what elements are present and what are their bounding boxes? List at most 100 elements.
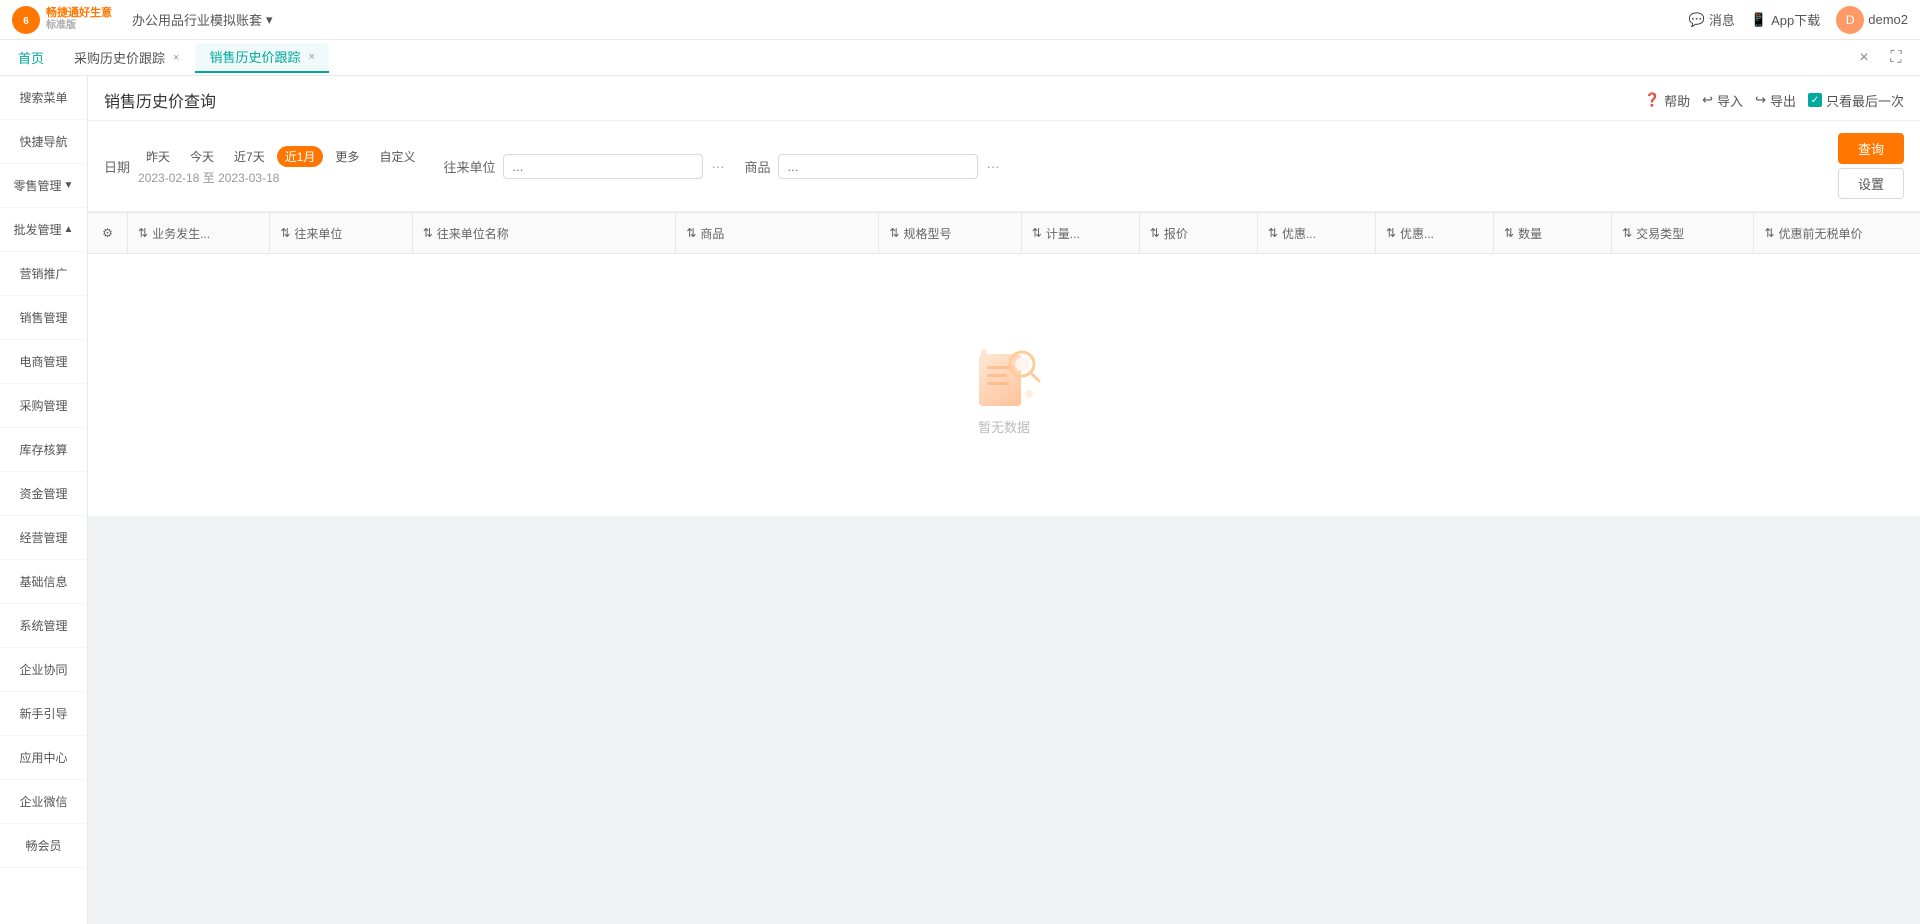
close-window-button[interactable]: × [1852, 46, 1876, 70]
date-filter-group: 日期 昨天 今天 近7天 近1月 更多 自定义 2023-02-18 至 202… [104, 146, 423, 186]
retail-mgmt-label: 零售管理 [14, 177, 62, 194]
page-header-actions: ❓ 帮助 ↩ 导入 ↪ 导出 ✓ 只看最后一次 [1644, 91, 1904, 110]
th-price-sort-icon: ⇅ [1150, 226, 1160, 240]
product-input[interactable] [778, 154, 978, 179]
tab-sales-history[interactable]: 销售历史价跟踪 × [195, 43, 328, 73]
th-notax[interactable]: ⇅ 优惠前无税单价 [1754, 213, 1920, 253]
th-product-sort-icon: ⇅ [686, 226, 696, 240]
export-button[interactable]: ↪ 导出 [1755, 91, 1796, 110]
product-filter-label: 商品 [744, 157, 770, 176]
logo-area: 6 畅捷通好生意 标准版 [12, 6, 112, 34]
sidebar-item-ecommerce-mgmt[interactable]: 电商管理 [0, 340, 87, 384]
app-selector[interactable]: 办公用品行业模拟账套 ▾ [132, 10, 273, 29]
partner-dots-icon[interactable]: ··· [711, 159, 724, 174]
download-icon: 📱 [1751, 12, 1767, 28]
table-settings-icon: ⚙ [102, 226, 113, 240]
settings-button[interactable]: 设置 [1838, 168, 1904, 199]
date-btn-yesterday[interactable]: 昨天 [138, 146, 178, 167]
tab-purchase-history[interactable]: 采购历史价跟踪 × [60, 43, 193, 73]
message-button[interactable]: 💬 消息 [1689, 10, 1735, 29]
app-download-button[interactable]: 📱 App下载 [1751, 10, 1820, 29]
sidebar-item-finance-mgmt[interactable]: 资金管理 [0, 472, 87, 516]
th-disc2[interactable]: ⇅ 优惠... [1376, 213, 1494, 253]
partner-input[interactable] [503, 154, 703, 179]
product-dots-icon[interactable]: ··· [986, 159, 999, 174]
page-title: 销售历史价查询 [104, 88, 216, 112]
svg-text:6: 6 [23, 16, 29, 27]
th-calc[interactable]: ⇅ 计量... [1022, 213, 1140, 253]
inventory-label: 库存核算 [19, 441, 67, 458]
member-label: 畅会员 [25, 837, 61, 854]
sidebar-item-marketing[interactable]: 营销推广 [0, 252, 87, 296]
th-calc-sort-icon: ⇅ [1032, 226, 1042, 240]
search-menu-label: 搜索菜单 [19, 89, 67, 106]
th-qty[interactable]: ⇅ 数量 [1494, 213, 1612, 253]
sidebar-item-new-guide[interactable]: 新手引导 [0, 692, 87, 736]
user-menu[interactable]: D demo2 [1836, 6, 1908, 34]
export-icon: ↪ [1755, 92, 1766, 108]
basic-info-label: 基础信息 [19, 573, 67, 590]
th-spec[interactable]: ⇅ 规格型号 [879, 213, 1021, 253]
sidebar-item-member[interactable]: 畅会员 [0, 824, 87, 868]
date-options: 昨天 今天 近7天 近1月 更多 自定义 [138, 146, 423, 167]
sidebar-item-quick-nav[interactable]: 快捷导航 [0, 120, 87, 164]
only-last-checkbox[interactable]: ✓ 只看最后一次 [1808, 91, 1904, 110]
th-price[interactable]: ⇅ 报价 [1140, 213, 1258, 253]
quick-nav-label: 快捷导航 [19, 133, 67, 150]
app-header: 6 畅捷通好生意 标准版 办公用品行业模拟账套 ▾ 💬 消息 📱 App下载 D… [0, 0, 1920, 40]
th-disc1-sort-icon: ⇅ [1268, 226, 1278, 240]
filter-bar: 日期 昨天 今天 近7天 近1月 更多 自定义 2023-02-18 至 202… [88, 121, 1920, 212]
th-date-sort-icon: ⇅ [138, 226, 148, 240]
message-icon: 💬 [1689, 12, 1705, 28]
tab-bar: 首页 采购历史价跟踪 × 销售历史价跟踪 × × ⛶ [0, 40, 1920, 76]
tab-sales-close-icon[interactable]: × [308, 51, 314, 63]
sidebar-item-purchase-mgmt[interactable]: 采购管理 [0, 384, 87, 428]
operations-mgmt-label: 经营管理 [19, 529, 67, 546]
help-button[interactable]: ❓ 帮助 [1644, 91, 1690, 110]
date-btn-custom[interactable]: 自定义 [371, 146, 423, 167]
new-guide-label: 新手引导 [19, 705, 67, 722]
th-product[interactable]: ⇅ 商品 [676, 213, 879, 253]
query-button[interactable]: 查询 [1838, 133, 1904, 164]
tab-home-label: 首页 [18, 48, 44, 67]
th-qty-sort-icon: ⇅ [1504, 226, 1514, 240]
marketing-label: 营销推广 [19, 265, 67, 282]
fullscreen-button[interactable]: ⛶ [1884, 46, 1908, 70]
sidebar-item-sales-mgmt[interactable]: 销售管理 [0, 296, 87, 340]
th-disc1[interactable]: ⇅ 优惠... [1258, 213, 1376, 253]
date-btn-last1m[interactable]: 近1月 [277, 146, 324, 167]
date-btn-today[interactable]: 今天 [182, 146, 222, 167]
sidebar-item-inventory[interactable]: 库存核算 [0, 428, 87, 472]
checkbox-checked-icon: ✓ [1808, 93, 1822, 107]
sidebar-item-system-mgmt[interactable]: 系统管理 [0, 604, 87, 648]
th-date[interactable]: ⇅ 业务发生... [128, 213, 270, 253]
app-name-label: 办公用品行业模拟账套 [132, 10, 262, 29]
sidebar-item-wholesale-mgmt[interactable]: 批发管理 ▲ [0, 208, 87, 252]
sidebar-item-search-menu[interactable]: 搜索菜单 [0, 76, 87, 120]
sidebar-item-basic-info[interactable]: 基础信息 [0, 560, 87, 604]
import-icon: ↩ [1702, 92, 1713, 108]
tab-home[interactable]: 首页 [4, 43, 58, 73]
partner-filter-label: 往来单位 [443, 157, 495, 176]
page-header: 销售历史价查询 ❓ 帮助 ↩ 导入 ↪ 导出 ✓ [88, 76, 1920, 121]
th-settings[interactable]: ⚙ [88, 213, 128, 253]
filter-buttons: 查询 设置 [1838, 133, 1904, 199]
tab-purchase-close-icon[interactable]: × [173, 52, 179, 64]
date-btn-more[interactable]: 更多 [327, 146, 367, 167]
th-unit-code[interactable]: ⇅ 往来单位 [270, 213, 412, 253]
sidebar-item-retail-mgmt[interactable]: 零售管理 ▼ [0, 164, 87, 208]
th-trade[interactable]: ⇅ 交易类型 [1612, 213, 1754, 253]
import-button[interactable]: ↩ 导入 [1702, 91, 1743, 110]
date-range-display: 2023-02-18 至 2023-03-18 [138, 169, 423, 186]
sidebar-item-enterprise-wechat[interactable]: 企业微信 [0, 780, 87, 824]
th-disc2-sort-icon: ⇅ [1386, 226, 1396, 240]
sidebar-item-enterprise[interactable]: 企业协同 [0, 648, 87, 692]
th-trade-sort-icon: ⇅ [1622, 226, 1632, 240]
finance-mgmt-label: 资金管理 [19, 485, 67, 502]
page-content: 销售历史价查询 ❓ 帮助 ↩ 导入 ↪ 导出 ✓ [88, 76, 1920, 516]
enterprise-label: 企业协同 [19, 661, 67, 678]
sidebar-item-app-center[interactable]: 应用中心 [0, 736, 87, 780]
sidebar-item-operations-mgmt[interactable]: 经营管理 [0, 516, 87, 560]
th-unit-name[interactable]: ⇅ 往来单位名称 [413, 213, 677, 253]
date-btn-last7[interactable]: 近7天 [226, 146, 273, 167]
